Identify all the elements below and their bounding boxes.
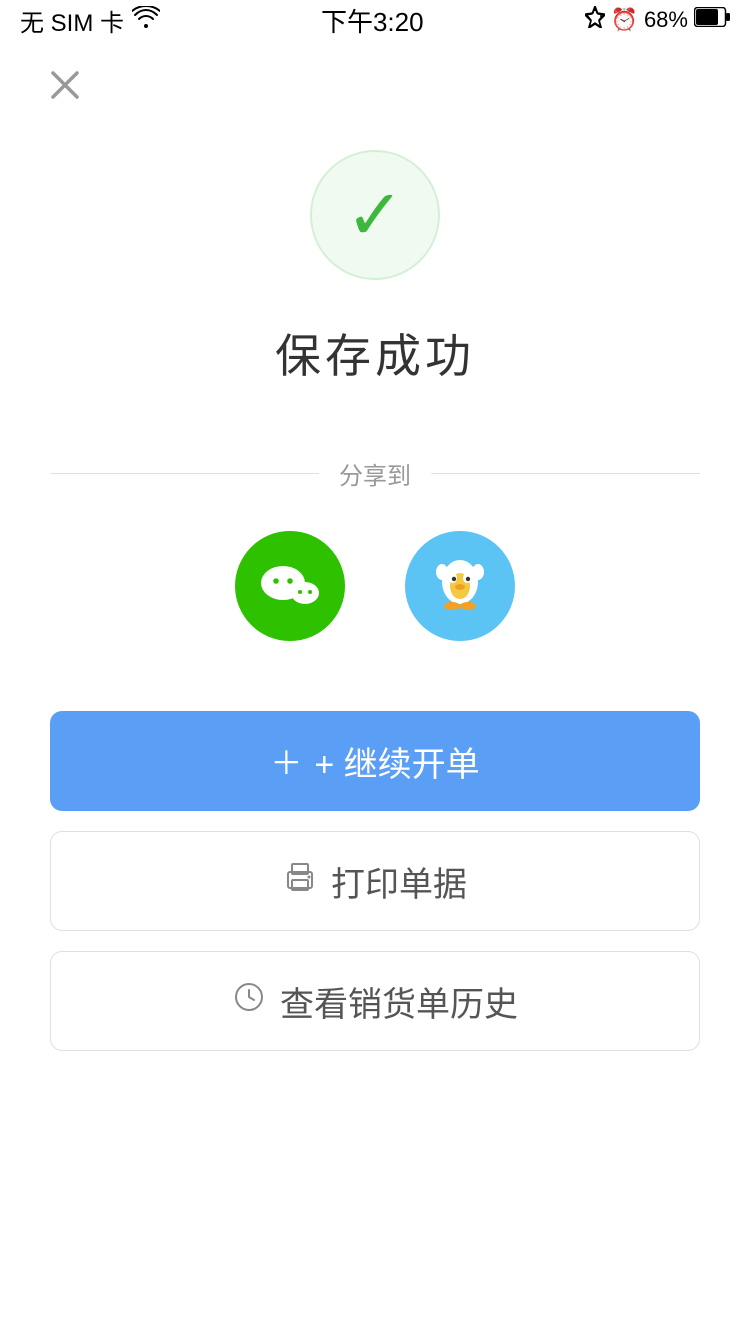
success-title: 保存成功	[275, 320, 475, 386]
wechat-share-button[interactable]	[235, 531, 345, 641]
success-area: ✓ 保存成功	[0, 130, 750, 426]
wifi-icon	[132, 6, 160, 35]
success-circle: ✓	[310, 150, 440, 280]
print-label: 打印单据	[331, 857, 467, 906]
share-icons-row	[235, 531, 515, 641]
qq-share-button[interactable]	[405, 531, 515, 641]
battery-icon	[694, 7, 730, 33]
divider-left	[50, 473, 319, 474]
checkmark-icon: ✓	[346, 180, 405, 250]
divider-right	[431, 473, 700, 474]
history-label: 查看销货单历史	[280, 977, 518, 1026]
share-label: 分享到	[319, 456, 431, 491]
actions-area: ＋ + 继续开单 打印单据 查看销货单历史	[0, 681, 750, 1051]
history-icon	[232, 980, 266, 1022]
plus-icon: ＋	[270, 738, 302, 784]
status-right: ⏰ 68%	[585, 6, 730, 34]
share-area: 分享到	[0, 426, 750, 681]
status-left: 无 SIM 卡	[20, 3, 160, 38]
battery-percent: 68%	[644, 7, 688, 33]
print-icon	[283, 860, 317, 902]
close-area	[0, 40, 750, 130]
location-icon	[585, 6, 605, 34]
share-divider-row: 分享到	[0, 456, 750, 491]
history-button[interactable]: 查看销货单历史	[50, 951, 700, 1051]
status-time: 下午3:20	[321, 2, 424, 39]
no-sim-label: 无 SIM 卡	[20, 3, 124, 38]
continue-button[interactable]: ＋ + 继续开单	[50, 711, 700, 811]
alarm-icon: ⏰	[611, 7, 638, 33]
continue-label: + 继续开单	[314, 737, 479, 786]
close-button[interactable]	[40, 60, 90, 110]
print-button[interactable]: 打印单据	[50, 831, 700, 931]
status-bar: 无 SIM 卡 下午3:20 ⏰ 68%	[0, 0, 750, 40]
